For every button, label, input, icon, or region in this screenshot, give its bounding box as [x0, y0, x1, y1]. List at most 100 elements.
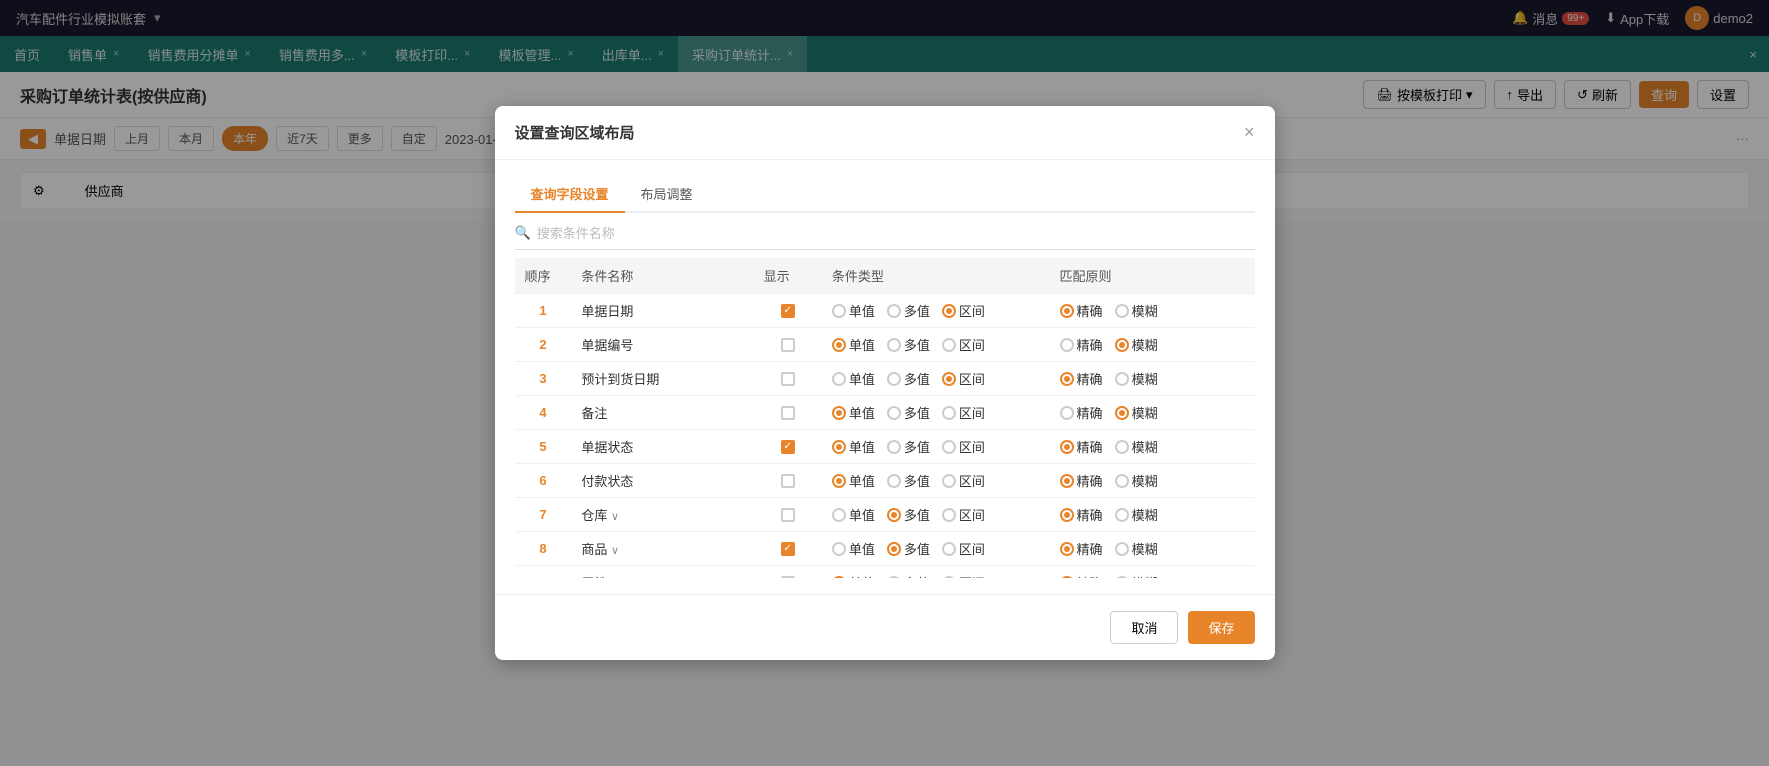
radio-type-多值[interactable]: 多值	[887, 505, 930, 524]
radio-rule-精确[interactable]: 精确	[1060, 539, 1103, 558]
rule-radio-group: 精确模糊	[1050, 294, 1255, 328]
radio-type-单值[interactable]: 单值	[832, 471, 875, 490]
radio-type-多值[interactable]: 多值	[887, 301, 930, 320]
show-checkbox[interactable]	[754, 532, 822, 566]
radio-rule-模糊[interactable]: 模糊	[1115, 403, 1158, 422]
type-radio-group: 单值多值区间	[822, 294, 1050, 328]
radio-rule-精确[interactable]: 精确	[1060, 437, 1103, 456]
tab-layout[interactable]: 布局调整	[625, 176, 709, 213]
type-radio-group: 单值多值区间	[822, 328, 1050, 362]
radio-type-区间[interactable]: 区间	[942, 539, 985, 558]
radio-type-区间[interactable]: 区间	[942, 369, 985, 388]
radio-rule-模糊[interactable]: 模糊	[1115, 335, 1158, 354]
radio-rule-模糊[interactable]: 模糊	[1115, 437, 1158, 456]
type-radio-group: 单值多值区间	[822, 464, 1050, 498]
radio-type-多值[interactable]: 多值	[887, 539, 930, 558]
checkbox-box[interactable]	[781, 576, 795, 579]
th-type: 条件类型	[822, 258, 1050, 294]
rule-radio-group: 精确模糊	[1050, 464, 1255, 498]
checkbox-box[interactable]	[781, 406, 795, 420]
modal-overlay: 设置查询区域布局 × 查询字段设置 布局调整 🔍	[0, 0, 1769, 766]
radio-rule-模糊[interactable]: 模糊	[1115, 539, 1158, 558]
radio-type-单值[interactable]: 单值	[832, 573, 875, 578]
condition-name: 属性 ∨	[571, 566, 753, 579]
radio-type-多值[interactable]: 多值	[887, 573, 930, 578]
type-radio-group: 单值多值区间	[822, 498, 1050, 532]
show-checkbox[interactable]	[754, 464, 822, 498]
checkbox-box[interactable]	[781, 440, 795, 454]
radio-type-多值[interactable]: 多值	[887, 471, 930, 490]
rule-radio-group: 精确模糊	[1050, 498, 1255, 532]
show-checkbox[interactable]	[754, 328, 822, 362]
radio-rule-模糊[interactable]: 模糊	[1115, 573, 1158, 578]
show-checkbox[interactable]	[754, 498, 822, 532]
tab-query-fields[interactable]: 查询字段设置	[515, 176, 625, 213]
radio-rule-精确[interactable]: 精确	[1060, 573, 1103, 578]
radio-rule-精确[interactable]: 精确	[1060, 301, 1103, 320]
radio-type-区间[interactable]: 区间	[942, 437, 985, 456]
condition-name: 单据状态	[571, 430, 753, 464]
show-checkbox[interactable]	[754, 396, 822, 430]
radio-rule-模糊[interactable]: 模糊	[1115, 369, 1158, 388]
checkbox-box[interactable]	[781, 304, 795, 318]
condition-name: 商品 ∨	[571, 532, 753, 566]
config-table-wrapper: 顺序 条件名称 显示 条件类型 匹配原则 1单据日期单值多值区间精确模糊2单据编…	[515, 258, 1255, 578]
checkbox-box[interactable]	[781, 542, 795, 556]
radio-type-单值[interactable]: 单值	[832, 437, 875, 456]
show-checkbox[interactable]	[754, 566, 822, 579]
th-show: 显示	[754, 258, 822, 294]
radio-rule-精确[interactable]: 精确	[1060, 369, 1103, 388]
radio-type-单值[interactable]: 单值	[832, 403, 875, 422]
radio-rule-精确[interactable]: 精确	[1060, 471, 1103, 490]
radio-type-多值[interactable]: 多值	[887, 335, 930, 354]
radio-rule-模糊[interactable]: 模糊	[1115, 505, 1158, 524]
checkbox-box[interactable]	[781, 508, 795, 522]
radio-rule-精确[interactable]: 精确	[1060, 403, 1103, 422]
radio-type-单值[interactable]: 单值	[832, 539, 875, 558]
show-checkbox[interactable]	[754, 362, 822, 396]
radio-type-区间[interactable]: 区间	[942, 505, 985, 524]
condition-name: 预计到货日期	[571, 362, 753, 396]
radio-type-单值[interactable]: 单值	[832, 369, 875, 388]
type-radio-group: 单值多值区间	[822, 430, 1050, 464]
show-checkbox[interactable]	[754, 294, 822, 328]
rule-radio-group: 精确模糊	[1050, 328, 1255, 362]
rule-radio-group: 精确模糊	[1050, 532, 1255, 566]
modal-footer: 取消 保存	[495, 594, 1275, 660]
modal-close-button[interactable]: ×	[1244, 122, 1255, 143]
save-button[interactable]: 保存	[1188, 611, 1254, 644]
radio-rule-精确[interactable]: 精确	[1060, 505, 1103, 524]
radio-type-区间[interactable]: 区间	[942, 335, 985, 354]
type-radio-group: 单值多值区间	[822, 396, 1050, 430]
radio-type-多值[interactable]: 多值	[887, 403, 930, 422]
radio-rule-模糊[interactable]: 模糊	[1115, 301, 1158, 320]
condition-name: 单据编号	[571, 328, 753, 362]
radio-type-单值[interactable]: 单值	[832, 335, 875, 354]
cancel-button[interactable]: 取消	[1110, 611, 1178, 644]
condition-name: 单据日期	[571, 294, 753, 328]
settings-modal: 设置查询区域布局 × 查询字段设置 布局调整 🔍	[495, 106, 1275, 660]
th-order: 顺序	[515, 258, 572, 294]
table-head: 顺序 条件名称 显示 条件类型 匹配原则	[515, 258, 1255, 294]
rule-radio-group: 精确模糊	[1050, 396, 1255, 430]
search-input[interactable]	[537, 226, 1255, 241]
radio-type-多值[interactable]: 多值	[887, 369, 930, 388]
radio-rule-精确[interactable]: 精确	[1060, 335, 1103, 354]
radio-type-区间[interactable]: 区间	[942, 471, 985, 490]
radio-type-区间[interactable]: 区间	[942, 403, 985, 422]
show-checkbox[interactable]	[754, 430, 822, 464]
radio-type-区间[interactable]: 区间	[942, 573, 985, 578]
radio-type-单值[interactable]: 单值	[832, 505, 875, 524]
radio-type-区间[interactable]: 区间	[942, 301, 985, 320]
checkbox-box[interactable]	[781, 474, 795, 488]
radio-type-单值[interactable]: 单值	[832, 301, 875, 320]
condition-name: 备注	[571, 396, 753, 430]
checkbox-box[interactable]	[781, 372, 795, 386]
modal-body: 查询字段设置 布局调整 🔍 顺序 条件名称 显示	[495, 160, 1275, 594]
table-row: 3预计到货日期单值多值区间精确模糊	[515, 362, 1255, 396]
checkbox-box[interactable]	[781, 338, 795, 352]
table-row: 9属性 ∨单值多值区间精确模糊	[515, 566, 1255, 579]
table-body: 1单据日期单值多值区间精确模糊2单据编号单值多值区间精确模糊3预计到货日期单值多…	[515, 294, 1255, 579]
radio-rule-模糊[interactable]: 模糊	[1115, 471, 1158, 490]
radio-type-多值[interactable]: 多值	[887, 437, 930, 456]
